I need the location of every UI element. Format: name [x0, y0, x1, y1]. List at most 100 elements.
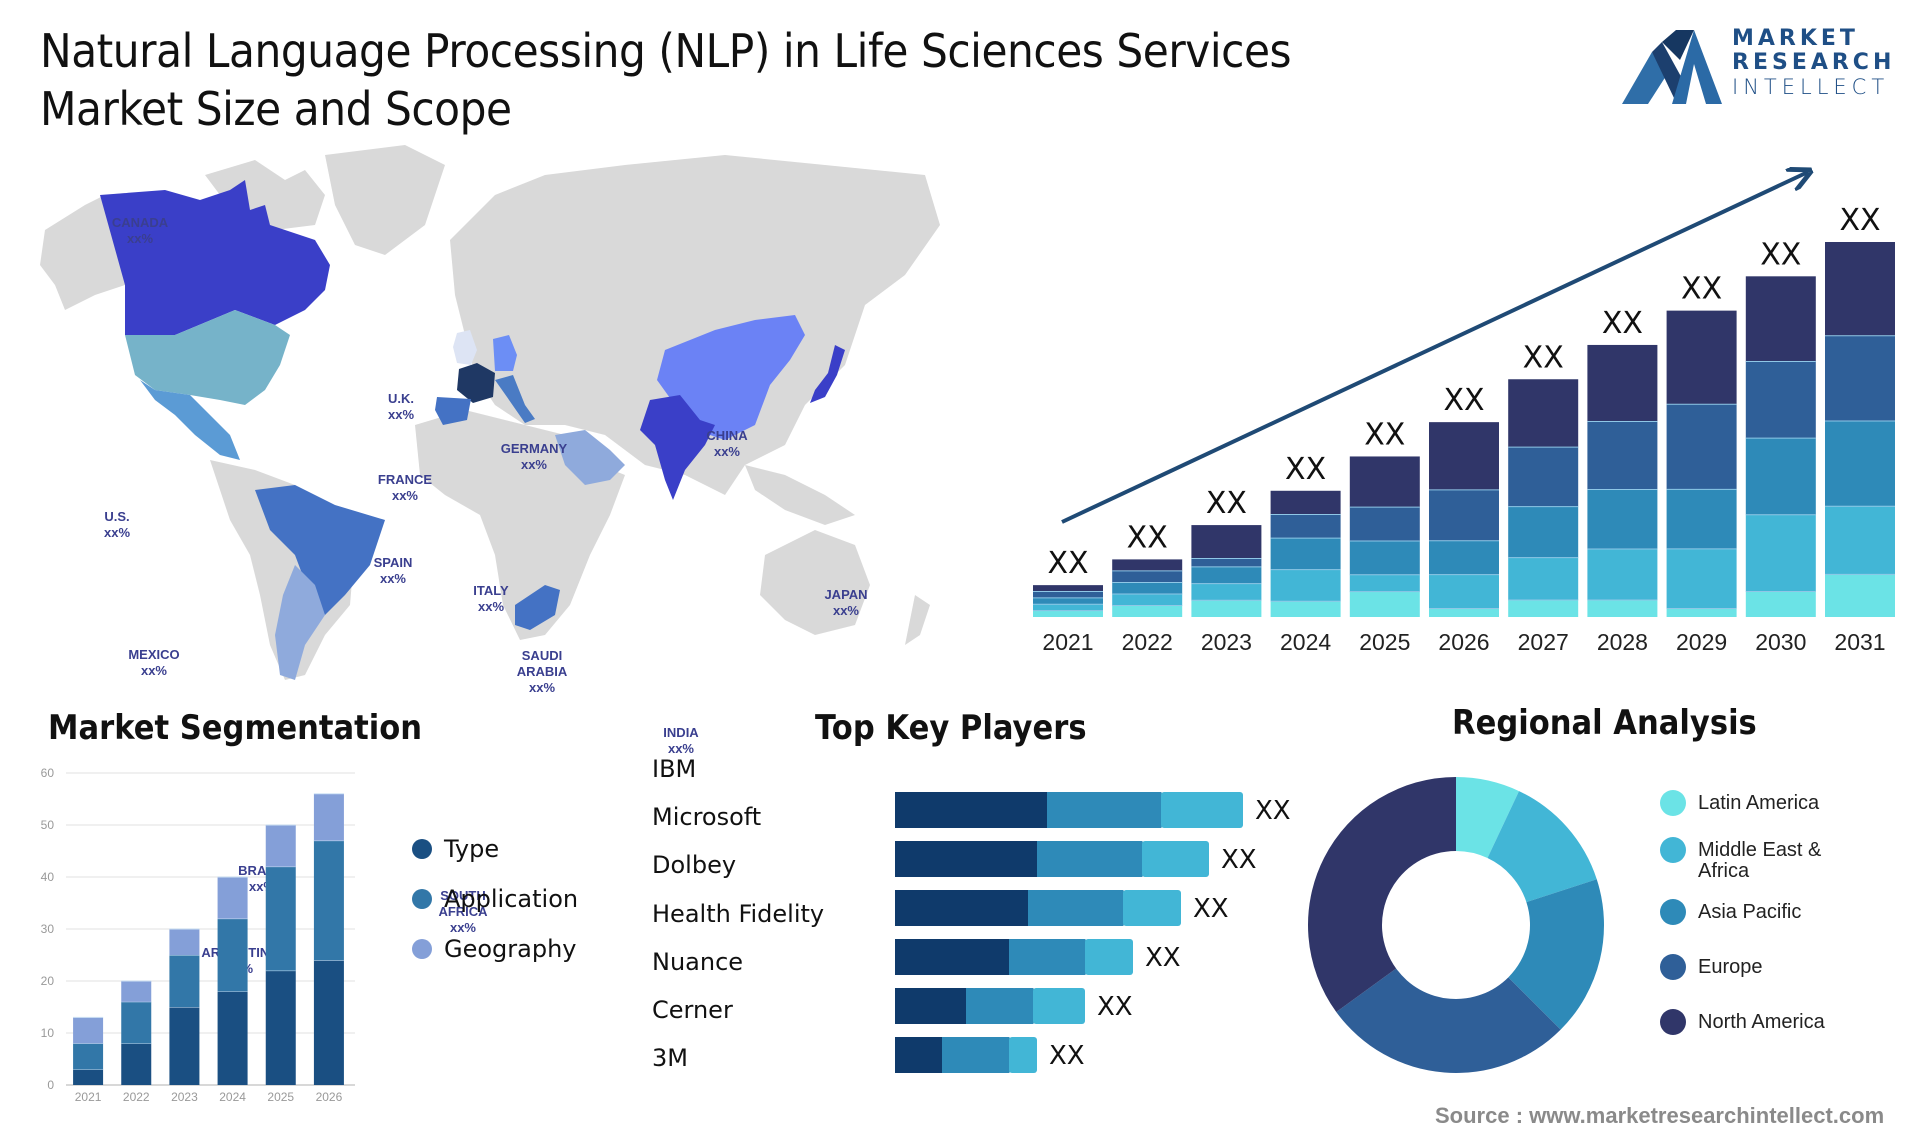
growth-bar-2030 [1745, 276, 1816, 617]
growth-bar-segment [1349, 540, 1420, 575]
player-value-label: XX [1097, 992, 1133, 1022]
growth-bar-segment [1349, 456, 1420, 508]
seg-bar-application [121, 1001, 152, 1044]
legend-dot-icon [1660, 954, 1686, 980]
growth-bar-segment [1587, 548, 1658, 600]
growth-bar-segment [1745, 276, 1816, 362]
growth-bar-segment [1508, 600, 1579, 617]
page-title-line-1: Natural Language Processing (NLP) in Lif… [40, 24, 1292, 78]
segmentation-title: Market Segmentation [48, 708, 423, 748]
growth-bar-segment [1587, 421, 1658, 490]
player-value-label: XX [1145, 943, 1181, 973]
growth-bar-segment [1429, 574, 1499, 609]
legend-dot-icon [1660, 899, 1686, 925]
region-legend-item: North America [1660, 1009, 1825, 1035]
player-bar-cerner: XX [895, 988, 1133, 1024]
growth-year-label: 2031 [1834, 629, 1885, 655]
regional-donut-chart [1308, 777, 1604, 1073]
map-label-value: xx% [103, 525, 131, 540]
growth-bar-segment [1666, 404, 1737, 490]
seg-bar-type [265, 970, 296, 1085]
growth-bar-value-label: XX [1285, 452, 1326, 487]
player-bar-nuance: XX [895, 939, 1181, 975]
map-label-value: xx% [477, 599, 505, 614]
player-bar-segment [1085, 939, 1133, 975]
growth-bar-segment [1825, 574, 1895, 617]
growth-bar-value-label: XX [1523, 340, 1564, 375]
map-greenland [325, 145, 445, 255]
player-bar-segment [966, 988, 1034, 1024]
growth-bar-value-label: XX [1047, 546, 1088, 581]
growth-bar-segment [1825, 242, 1895, 336]
growth-bar-segment [1270, 538, 1341, 570]
map-label-value: xx% [379, 571, 407, 586]
map-label-mexico: MEXICO xx% [128, 647, 179, 679]
growth-bar-2028 [1587, 344, 1658, 617]
map-label-name: INDIA [663, 725, 699, 740]
region-legend-line: North America [1698, 1011, 1825, 1033]
growth-bar-segment [1745, 514, 1816, 592]
growth-bar-segment [1745, 438, 1816, 515]
player-bar-3m: XX [895, 1037, 1085, 1073]
growth-bar-segment [1508, 506, 1579, 558]
seg-ytick-label: 50 [41, 818, 55, 832]
growth-bar-2027 [1508, 379, 1579, 617]
seg-xtick-label: 2024 [219, 1090, 246, 1104]
growth-bar-segment [1270, 514, 1341, 539]
growth-year-label: 2028 [1597, 629, 1648, 655]
region-legend-item: Middle East & Africa [1660, 837, 1821, 882]
region-legend-item: Europe [1660, 954, 1763, 980]
growth-bar-segment [1033, 597, 1103, 605]
growth-bar-segment [1349, 591, 1420, 617]
growth-bar-segment [1191, 558, 1262, 567]
map-label-value: xx% [528, 680, 556, 695]
growth-bar-segment [1033, 610, 1103, 617]
growth-bar-value-label: XX [1443, 383, 1484, 418]
growth-bar-segment [1270, 569, 1341, 602]
seg-bar-application [313, 840, 344, 961]
map-label-value: xx% [387, 407, 415, 422]
segmentation-chart: 0 10 20 30 40 50 60 2021 2022 2023 2024 2025 2026 [41, 766, 355, 1104]
growth-bar-2022 [1112, 559, 1183, 617]
seg-legend-item-application: Application [412, 885, 578, 913]
player-bar-segment [1033, 988, 1085, 1024]
seg-bar-geography [265, 825, 296, 867]
market-growth-chart: XX 2021 XX 2022 XX 2023 XX 2024 XX 2025 XX 2026 XX 20… [1033, 160, 1895, 655]
donut-slice-north-america [1308, 777, 1456, 1012]
source-credit: Source : www.marketresearchintellect.com [1435, 1103, 1885, 1128]
growth-year-label: 2030 [1755, 629, 1806, 655]
seg-bar-geography [73, 1017, 104, 1044]
player-label: Nuance [652, 947, 744, 976]
region-legend-item: Latin America [1660, 790, 1819, 816]
page-title-line-2: Market Size and Scope [40, 82, 512, 136]
map-label-germany: GERMANY xx% [501, 441, 567, 473]
player-label: Cerner [652, 996, 733, 1024]
legend-dot-icon [1660, 790, 1686, 816]
map-label-name: FRANCE [377, 472, 433, 487]
brand-logo: MARKET RESEARCH INTELLECT [1622, 26, 1902, 106]
growth-bar-segment [1191, 525, 1262, 559]
growth-bar-2025 [1349, 456, 1420, 617]
regional-title: Regional Analysis [1452, 703, 1757, 743]
region-legend-item: Asia Pacific [1660, 899, 1802, 925]
region-legend-label: Latin America [1698, 793, 1819, 814]
region-legend-line: Europe [1698, 956, 1763, 978]
seg-bar-geography [121, 981, 152, 1002]
mountain-m-logo-icon [1622, 30, 1722, 104]
growth-year-label: 2027 [1518, 629, 1569, 655]
player-value-label: XX [1049, 1041, 1085, 1071]
player-label: Health Fidelity [652, 899, 825, 928]
seg-bar-application [73, 1043, 104, 1070]
growth-bar-segment [1033, 604, 1103, 611]
region-legend-line: Asia Pacific [1698, 901, 1802, 923]
seg-bar-type [121, 1043, 152, 1085]
map-label-value: xx% [520, 457, 548, 472]
growth-bar-value-label: XX [1839, 203, 1880, 238]
player-label: IBM [652, 755, 697, 783]
growth-bar-value-label: XX [1127, 520, 1168, 555]
seg-ytick-label: 10 [41, 1026, 55, 1040]
player-bar-dolbey: XX [895, 841, 1257, 877]
growth-bar-segment [1033, 591, 1103, 598]
map-label-name: SPAIN [373, 555, 413, 570]
map-label-value: xx% [140, 663, 168, 678]
